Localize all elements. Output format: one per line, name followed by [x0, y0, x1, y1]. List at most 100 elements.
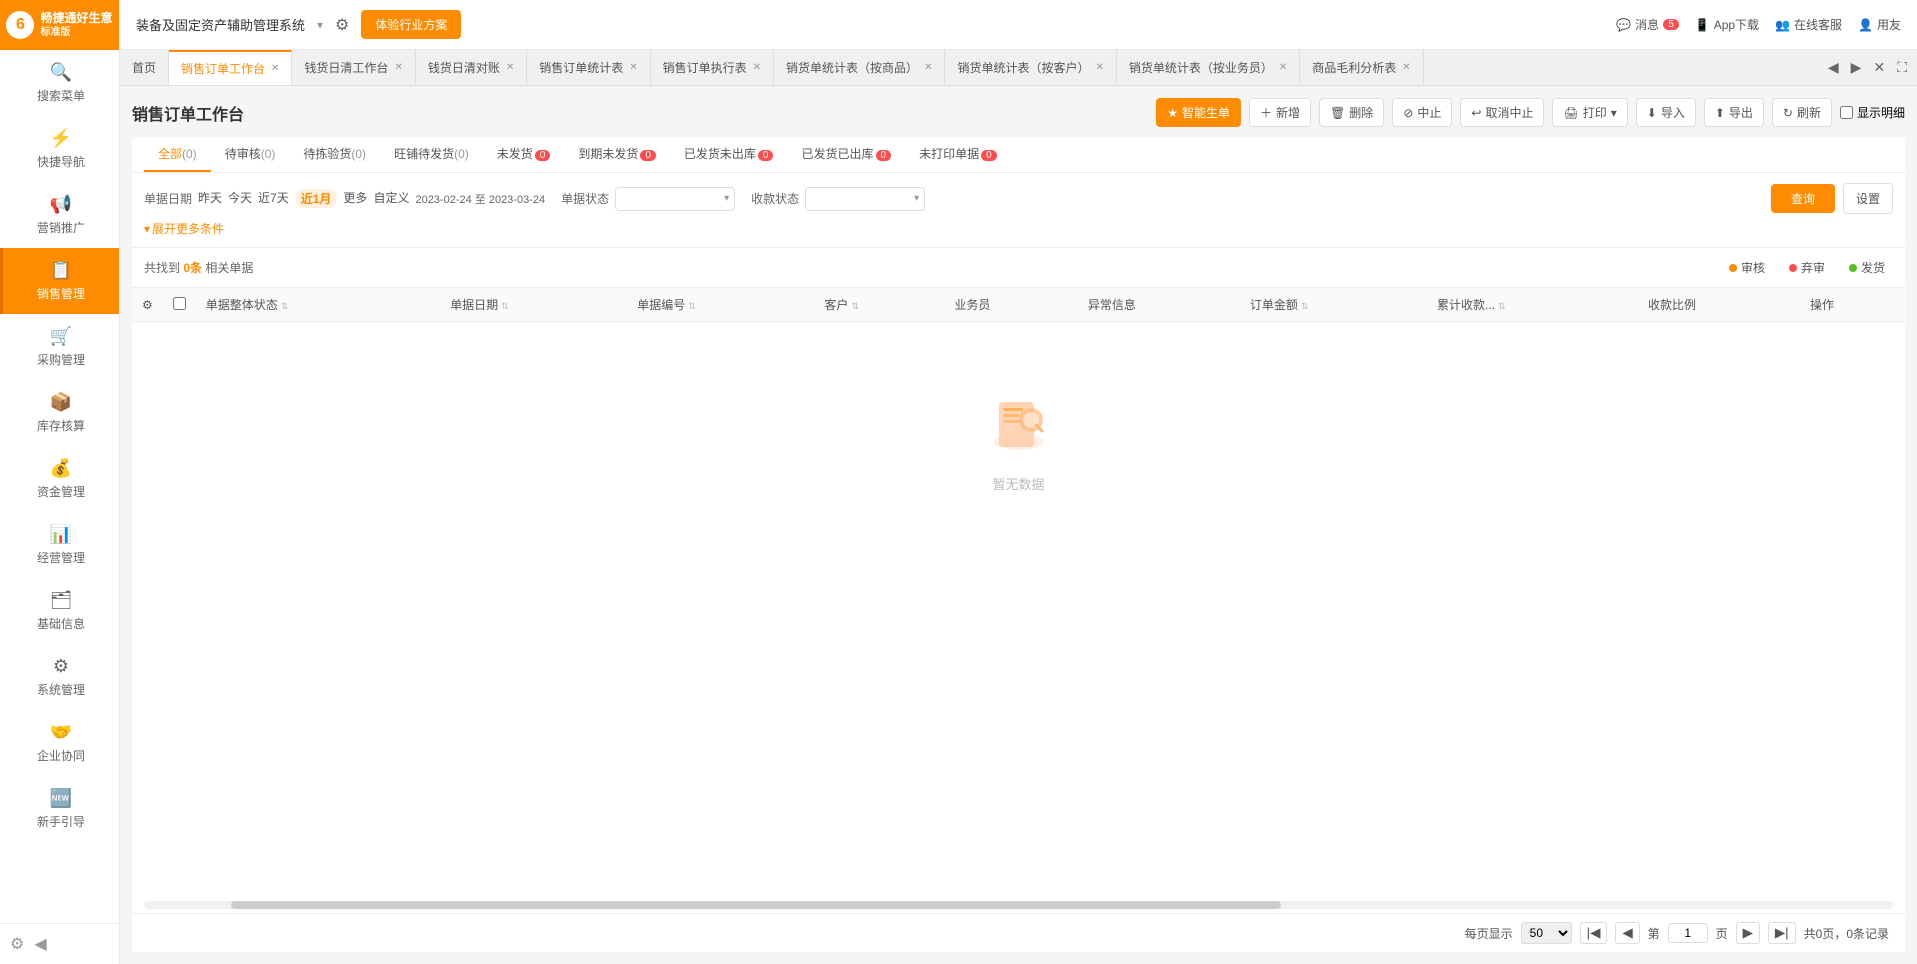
user-item[interactable]: 👤 用友 [1858, 16, 1901, 33]
print-icon: 🖨 [1563, 106, 1578, 120]
tab-goods-margin[interactable]: 商品毛利分析表 ✕ [1300, 50, 1423, 86]
cancel-stop-button[interactable]: ↩ 取消中止 [1460, 98, 1544, 127]
subtab-shipped-not-out[interactable]: 已发货未出库0 [670, 137, 788, 172]
orders-table: ⚙ 单据整体状态⇅ 单据日期⇅ 单据编号⇅ 客户⇅ 业务员 异常信息 订单金额⇅… [132, 288, 1905, 322]
subtab-shipped-out[interactable]: 已发货已出库0 [787, 137, 905, 172]
tab-close-icon[interactable]: ✕ [924, 62, 932, 73]
add-button[interactable]: ＋ 新增 [1249, 98, 1311, 127]
expand-button[interactable]: ▾ 展开更多条件 [144, 220, 1893, 237]
sort-icon[interactable]: ⇅ [281, 301, 289, 311]
select-all-checkbox[interactable] [173, 297, 186, 310]
settings-icon[interactable]: ⚙ [10, 934, 24, 954]
sidebar-item-marketing[interactable]: 📢 营销推广 [0, 182, 119, 248]
next-page-button[interactable]: ▶ [1736, 922, 1760, 944]
sidebar-item-quicknav[interactable]: ⚡ 快捷导航 [0, 116, 119, 182]
tab-sales-stats[interactable]: 销售订单统计表 ✕ [527, 50, 650, 86]
refresh-button[interactable]: ↻ 刷新 [1772, 98, 1832, 127]
print-dropdown-icon: ▾ [1611, 106, 1617, 120]
prev-page-button[interactable]: ◀ [1615, 922, 1639, 944]
stop-button[interactable]: ⊘ 中止 [1392, 98, 1452, 127]
print-button[interactable]: 🖨 打印 ▾ [1552, 98, 1627, 127]
sidebar-item-system[interactable]: ⚙ 系统管理 [0, 644, 119, 710]
tab-goods-stats-customer[interactable]: 销货单统计表（按客户） ✕ [945, 50, 1116, 86]
sidebar-item-guide[interactable]: 🆕 新手引导 [0, 776, 119, 842]
tab-sales-exec[interactable]: 销售订单执行表 ✕ [651, 50, 774, 86]
import-button[interactable]: ⬇ 导入 [1636, 98, 1696, 127]
sort-icon[interactable]: ⇅ [688, 301, 696, 311]
delete-button[interactable]: 🗑 删除 [1319, 98, 1384, 127]
query-button[interactable]: 查询 [1771, 184, 1835, 213]
horizontal-scrollbar[interactable] [144, 901, 1893, 909]
date-opt-7days[interactable]: 近7天 [258, 189, 289, 208]
subtab-all[interactable]: 全部(0) [144, 137, 211, 172]
expand-down-icon: ▾ [144, 222, 150, 236]
service-item[interactable]: 👥 在线客服 [1775, 16, 1842, 33]
subtab-not-printed[interactable]: 未打印单据0 [905, 137, 1011, 172]
collapse-icon[interactable]: ◀ [34, 934, 46, 954]
tab-goods-stats-staff[interactable]: 销货单统计表（按业务员） ✕ [1117, 50, 1300, 86]
tab-close-icon[interactable]: ✕ [506, 62, 514, 73]
tab-close-icon[interactable]: ✕ [1402, 62, 1410, 73]
export-button[interactable]: ⬆ 导出 [1704, 98, 1764, 127]
trial-button[interactable]: 体验行业方案 [361, 10, 461, 39]
basic-icon: 🗂 [50, 590, 73, 611]
table-scroll-area[interactable]: ⚙ 单据整体状态⇅ 单据日期⇅ 单据编号⇅ 客户⇅ 业务员 异常信息 订单金额⇅… [132, 288, 1905, 897]
app-download-item[interactable]: 📱 App下载 [1695, 16, 1759, 33]
tab-close-icon[interactable]: ✕ [1095, 62, 1103, 73]
logo-text: 畅捷通好生意 标准版 [40, 11, 112, 40]
sort-icon[interactable]: ⇅ [1498, 301, 1506, 311]
page-input[interactable] [1668, 923, 1708, 943]
tabs-prev-icon[interactable]: ◀ [1824, 57, 1843, 78]
subtab-pending[interactable]: 待审核(0) [211, 137, 290, 172]
date-opt-custom[interactable]: 自定义 [373, 189, 409, 208]
topbar-settings-icon[interactable]: ⚙ [335, 15, 349, 35]
sidebar-item-basic[interactable]: 🗂 基础信息 [0, 578, 119, 644]
payment-select[interactable] [805, 187, 925, 211]
sidebar-item-inventory[interactable]: 📦 库存核算 [0, 380, 119, 446]
sidebar-item-search[interactable]: 🔍 搜索菜单 [0, 50, 119, 116]
date-opt-yesterday[interactable]: 昨天 [198, 189, 222, 208]
unreviewed-button[interactable]: 弃审 [1781, 256, 1833, 279]
smart-create-button[interactable]: ★ 智能生单 [1156, 98, 1241, 127]
tab-close-icon[interactable]: ✕ [753, 62, 761, 73]
sort-icon[interactable]: ⇅ [1301, 301, 1309, 311]
tab-goods-stats-product[interactable]: 销货单统计表（按商品） ✕ [774, 50, 945, 86]
tab-close-icon[interactable]: ✕ [629, 62, 637, 73]
filter-settings-button[interactable]: 设置 [1843, 183, 1893, 214]
subtab-overdue[interactable]: 到期未发货0 [564, 137, 670, 172]
sort-icon[interactable]: ⇅ [851, 301, 859, 311]
date-opt-today[interactable]: 今天 [228, 189, 252, 208]
tab-close-icon[interactable]: ✕ [271, 63, 279, 74]
sidebar-item-operation[interactable]: 📊 经营管理 [0, 512, 119, 578]
message-item[interactable]: 💬 消息 5 [1616, 16, 1679, 33]
subtab-not-shipped[interactable]: 未发货0 [483, 137, 565, 172]
date-opt-more[interactable]: 更多 [343, 189, 367, 208]
sort-icon[interactable]: ⇅ [501, 301, 509, 311]
tabs-close-all-icon[interactable]: ✕ [1869, 57, 1889, 78]
sidebar-item-purchase[interactable]: 🛒 采购管理 [0, 314, 119, 380]
show-detail-checkbox[interactable]: 显示明细 [1840, 104, 1905, 121]
tab-home[interactable]: 首页 [120, 50, 169, 86]
sidebar-item-sales[interactable]: 📋 销售管理 [0, 248, 119, 314]
sidebar-item-enterprise[interactable]: 🤝 企业协同 [0, 710, 119, 776]
page-size-select[interactable]: 10 20 50 100 [1521, 922, 1572, 944]
subtab-wangpu[interactable]: 旺铺待发货(0) [380, 137, 483, 172]
review-button[interactable]: 审核 [1721, 256, 1773, 279]
tab-cash-daily[interactable]: 钱货日清工作台 ✕ [292, 50, 415, 86]
last-page-button[interactable]: ▶| [1768, 922, 1796, 944]
tabs-fullscreen-icon[interactable]: ⛶ [1893, 57, 1911, 78]
tab-close-icon[interactable]: ✕ [394, 62, 402, 73]
tab-cash-reconcile[interactable]: 钱货日清对账 ✕ [416, 50, 527, 86]
tab-sales-workbench[interactable]: 销售订单工作台 ✕ [169, 50, 292, 86]
first-page-button[interactable]: |◀ [1580, 922, 1608, 944]
status-select[interactable] [615, 187, 735, 211]
tab-close-icon[interactable]: ✕ [1279, 62, 1287, 73]
tabs-next-icon[interactable]: ▶ [1847, 57, 1866, 78]
scrollbar-thumb[interactable] [231, 901, 1280, 909]
sidebar-item-finance[interactable]: 💰 资金管理 [0, 446, 119, 512]
date-opt-1month[interactable]: 近1月 [295, 189, 338, 208]
col-settings-icon[interactable]: ⚙ [142, 298, 153, 312]
app-icon: 📱 [1695, 18, 1710, 32]
ship-button[interactable]: 发货 [1841, 256, 1893, 279]
subtab-pending-inspect[interactable]: 待拣验货(0) [289, 137, 380, 172]
